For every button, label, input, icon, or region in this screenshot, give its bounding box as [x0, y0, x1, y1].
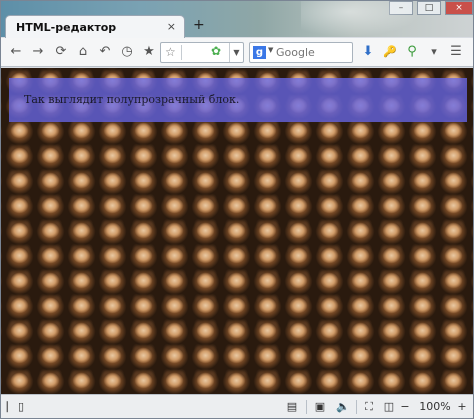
home-icon[interactable]: ⌂	[74, 43, 92, 61]
url-star-icon[interactable]: ☆	[165, 45, 176, 59]
search-input[interactable]	[276, 45, 348, 60]
url-bar[interactable]: ☆ ✿ ▼	[160, 42, 244, 63]
zoom-in-button[interactable]: +	[455, 399, 469, 415]
semi-transparent-block: Так выглядит полупрозрачный блок.	[9, 78, 467, 122]
menu-icon[interactable]: ☰	[447, 43, 465, 61]
page-content: Так выглядит полупрозрачный блок.	[1, 68, 473, 394]
fullscreen-icon[interactable]: ⛶	[361, 399, 377, 415]
navigation-toolbar: ← → ⟳ ⌂ ↶ ◷ ★ ☆ ✿ ▼ g ▼ ⬇ 🔑 ⚲ ▾ ☰	[1, 38, 473, 67]
bookmarks-star-icon[interactable]: ★	[140, 43, 158, 61]
new-tab-button[interactable]: +	[193, 17, 205, 33]
history-icon[interactable]: ◷	[118, 43, 136, 61]
tab-close-icon[interactable]: ×	[167, 20, 176, 33]
back-icon[interactable]: ←	[7, 43, 25, 61]
url-dropdown-icon[interactable]: ▼	[229, 43, 243, 62]
search-engine-dropdown-icon[interactable]: ▼	[268, 46, 273, 54]
status-separator	[356, 400, 357, 414]
image-icon[interactable]: ▤	[283, 399, 301, 415]
reload-icon[interactable]: ⟳	[52, 43, 70, 61]
sidebar-toggle-icon[interactable]: ⎸▯	[7, 399, 24, 415]
search-box[interactable]: g ▼	[249, 42, 353, 63]
status-bar: ⎸▯ ▤ ▣ 🔈 ⛶ ◫ − 100% +	[1, 394, 473, 418]
leaf-icon[interactable]: ✿	[211, 44, 221, 58]
google-engine-icon[interactable]: g	[253, 46, 266, 59]
forward-icon[interactable]: →	[29, 43, 47, 61]
minimize-button[interactable]: –	[389, 1, 413, 15]
maximize-button[interactable]: □	[417, 1, 441, 15]
addon-icon[interactable]: ⚲	[403, 43, 421, 61]
close-window-button[interactable]: ×	[445, 1, 473, 15]
browser-window: HTML-редактор × + – □ × ← → ⟳ ⌂ ↶ ◷ ★ ☆ …	[0, 0, 474, 419]
tab-title: HTML-редактор	[16, 21, 117, 34]
undo-icon[interactable]: ↶	[96, 43, 114, 61]
overlay-text: Так выглядит полупрозрачный блок.	[24, 93, 240, 106]
key-icon[interactable]: 🔑	[381, 43, 399, 61]
download-icon[interactable]: ⬇	[359, 43, 377, 61]
screenshot-icon[interactable]: ▣	[311, 399, 329, 415]
status-separator	[306, 400, 307, 414]
tab-html-editor[interactable]: HTML-редактор ×	[5, 15, 185, 39]
zoom-level[interactable]: 100%	[415, 399, 455, 415]
zoom-out-button[interactable]: −	[399, 399, 411, 415]
tab-strip: HTML-редактор × + – □ ×	[1, 1, 473, 39]
split-view-icon[interactable]: ◫	[381, 399, 397, 415]
menu-arrow-icon[interactable]: ▾	[425, 43, 443, 61]
speaker-icon[interactable]: 🔈	[334, 399, 352, 415]
url-separator	[181, 45, 182, 60]
